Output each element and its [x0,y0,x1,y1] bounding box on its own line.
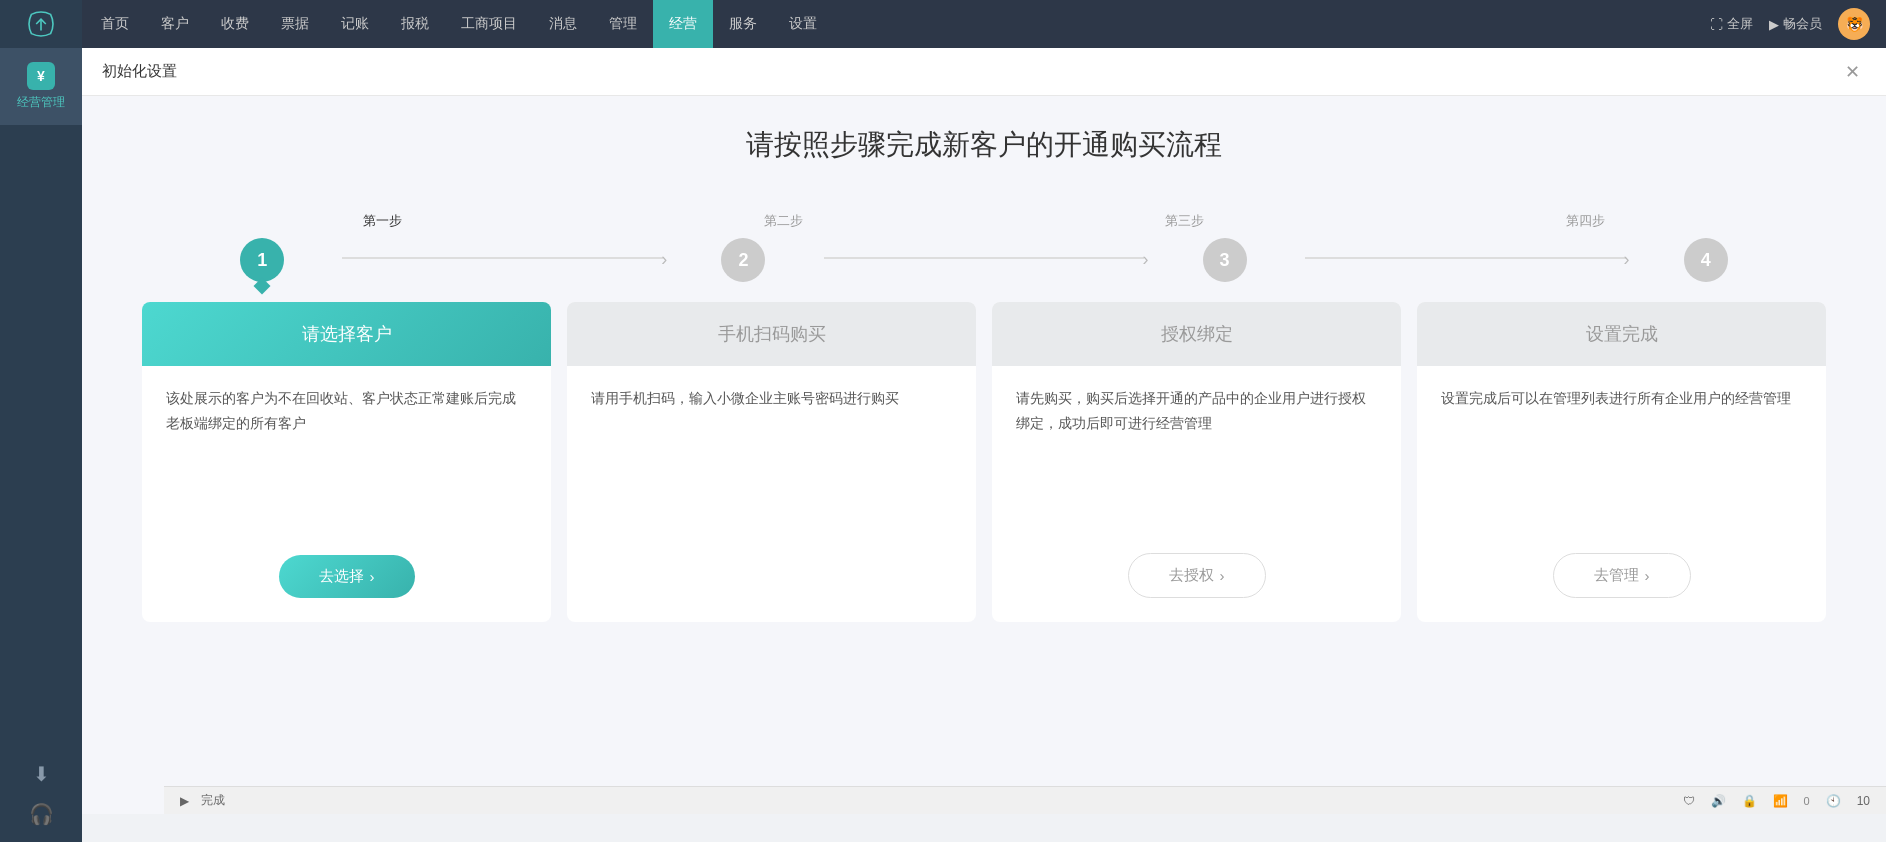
step-label-2: 第二步 [583,212,984,230]
volume-icon: 🔊 [1711,794,1726,808]
nav-customer[interactable]: 客户 [145,0,205,48]
card-1: 请选择客户 该处展示的客户为不在回收站、客户状态正常建账后完成老板端绑定的所有客… [142,302,551,622]
go-manage-icon: › [1645,567,1650,584]
sidebar-item-management[interactable]: ¥ 经营管理 [0,48,82,125]
steps-labels-row: 第一步 第二步 第三步 第四步 [182,212,1786,230]
nav-operation[interactable]: 经营 [653,0,713,48]
main-title: 请按照步骤完成新客户的开通购买流程 [122,126,1846,164]
go-authorize-icon: › [1220,567,1225,584]
connector-3-4: › [1305,257,1626,259]
status-bar-right: 🛡 🔊 🔒 📶 0 🕙 10 [1683,794,1870,808]
go-select-label: 去选择 [319,567,364,586]
sidebar-bottom-actions: ⬇ 🎧 [29,762,54,826]
fullscreen-icon: ⛶ [1710,17,1723,32]
card-1-body: 该处展示的客户为不在回收站、客户状态正常建账后完成老板端绑定的所有客户 [142,366,551,539]
card-2-body: 请用手机扫码，输入小微企业主账号密码进行购买 [567,366,976,582]
vip-icon: ▶ [1769,17,1779,32]
go-select-icon: › [370,568,375,585]
card-2-header: 手机扫码购买 [567,302,976,366]
status-bar: ▶ 完成 🛡 🔊 🔒 📶 0 🕙 10 [164,786,1886,814]
step-circle-4: 4 [1684,238,1728,282]
go-manage-label: 去管理 [1594,566,1639,585]
card-3-header: 授权绑定 [992,302,1401,366]
card-3: 授权绑定 请先购买，购买后选择开通的产品中的企业用户进行授权绑定，成功后即可进行… [992,302,1401,622]
management-icon: ¥ [27,62,55,90]
step-circle-2: 2 [721,238,765,282]
download-icon[interactable]: ⬇ [33,762,50,786]
avatar[interactable]: 🐯 [1838,8,1870,40]
connector-1-2: › [342,257,663,259]
step-label-4: 第四步 [1385,212,1786,230]
content-area: 请按照步骤完成新客户的开通购买流程 第一步 第二步 第三步 第四步 1 [82,96,1886,814]
card-3-footer: 去授权 › [992,537,1401,622]
time-label: 10 [1857,794,1870,808]
step-label-3: 第三步 [984,212,1385,230]
go-authorize-label: 去授权 [1169,566,1214,585]
shield-icon: 🛡 [1683,794,1695,808]
go-manage-button[interactable]: 去管理 › [1553,553,1691,598]
lock-icon: 🔒 [1742,794,1757,808]
card-1-footer: 去选择 › [142,539,551,622]
go-authorize-button[interactable]: 去授权 › [1128,553,1266,598]
sidebar: ¥ 经营管理 ⬇ 🎧 [0,0,82,842]
play-icon: ▶ [180,794,189,808]
step-circle-3: 3 [1203,238,1247,282]
step-node-4: 4 [1626,238,1786,282]
nav-accounting[interactable]: 记账 [325,0,385,48]
card-2: 手机扫码购买 请用手机扫码，输入小微企业主账号密码进行购买 [567,302,976,622]
steps-nodes-row: 1 › 2 › [182,238,1786,282]
nav-service[interactable]: 服务 [713,0,773,48]
sidebar-logo [0,0,82,48]
vip-label: 畅会员 [1783,15,1822,33]
card-4-footer: 去管理 › [1417,537,1826,622]
fullscreen-button[interactable]: ⛶ 全屏 [1710,15,1753,33]
sidebar-item-label: 经营管理 [17,94,65,111]
close-button[interactable]: ✕ [1838,58,1866,86]
main-content: 初始化设置 ✕ 请按照步骤完成新客户的开通购买流程 第一步 第二步 第三步 第四… [82,48,1886,814]
status-label: 完成 [201,792,225,809]
card-4-header: 设置完成 [1417,302,1826,366]
connector-2-3: › [824,257,1145,259]
clock-icon: 🕙 [1826,794,1841,808]
cards-container: 请选择客户 该处展示的客户为不在回收站、客户状态正常建账后完成老板端绑定的所有客… [122,302,1846,622]
step-node-1: 1 [182,238,342,282]
step-circle-1: 1 [240,238,284,282]
nav-business[interactable]: 工商项目 [445,0,533,48]
page-title: 初始化设置 [102,62,177,81]
support-icon[interactable]: 🎧 [29,802,54,826]
steps-section: 第一步 第二步 第三步 第四步 1 › [122,212,1846,282]
card-3-body: 请先购买，购买后选择开通的产品中的企业用户进行授权绑定，成功后即可进行经营管理 [992,366,1401,537]
card-2-footer [567,582,976,622]
page-header: 初始化设置 ✕ [82,48,1886,96]
nav-message[interactable]: 消息 [533,0,593,48]
vip-button[interactable]: ▶ 畅会员 [1769,15,1822,33]
nav-tax[interactable]: 报税 [385,0,445,48]
nav-ticket[interactable]: 票据 [265,0,325,48]
step-label-1: 第一步 [182,212,583,230]
card-4: 设置完成 设置完成后可以在管理列表进行所有企业用户的经营管理 去管理 › [1417,302,1826,622]
top-nav: 首页 客户 收费 票据 记账 报税 工商项目 消息 管理 经营 服务 设置 ⛶ … [0,0,1886,48]
nav-settings[interactable]: 设置 [773,0,833,48]
nav-fee[interactable]: 收费 [205,0,265,48]
nav-right-section: ⛶ 全屏 ▶ 畅会员 🐯 [1710,8,1886,40]
card-1-header: 请选择客户 [142,302,551,366]
go-select-button[interactable]: 去选择 › [279,555,415,598]
card-4-body: 设置完成后可以在管理列表进行所有企业用户的经营管理 [1417,366,1826,537]
wifi-zero: 0 [1804,795,1810,807]
nav-home[interactable]: 首页 [85,0,145,48]
wifi-icon: 📶 [1773,794,1788,808]
nav-admin[interactable]: 管理 [593,0,653,48]
fullscreen-label: 全屏 [1727,15,1753,33]
step-node-2: 2 [663,238,823,282]
step-node-3: 3 [1144,238,1304,282]
